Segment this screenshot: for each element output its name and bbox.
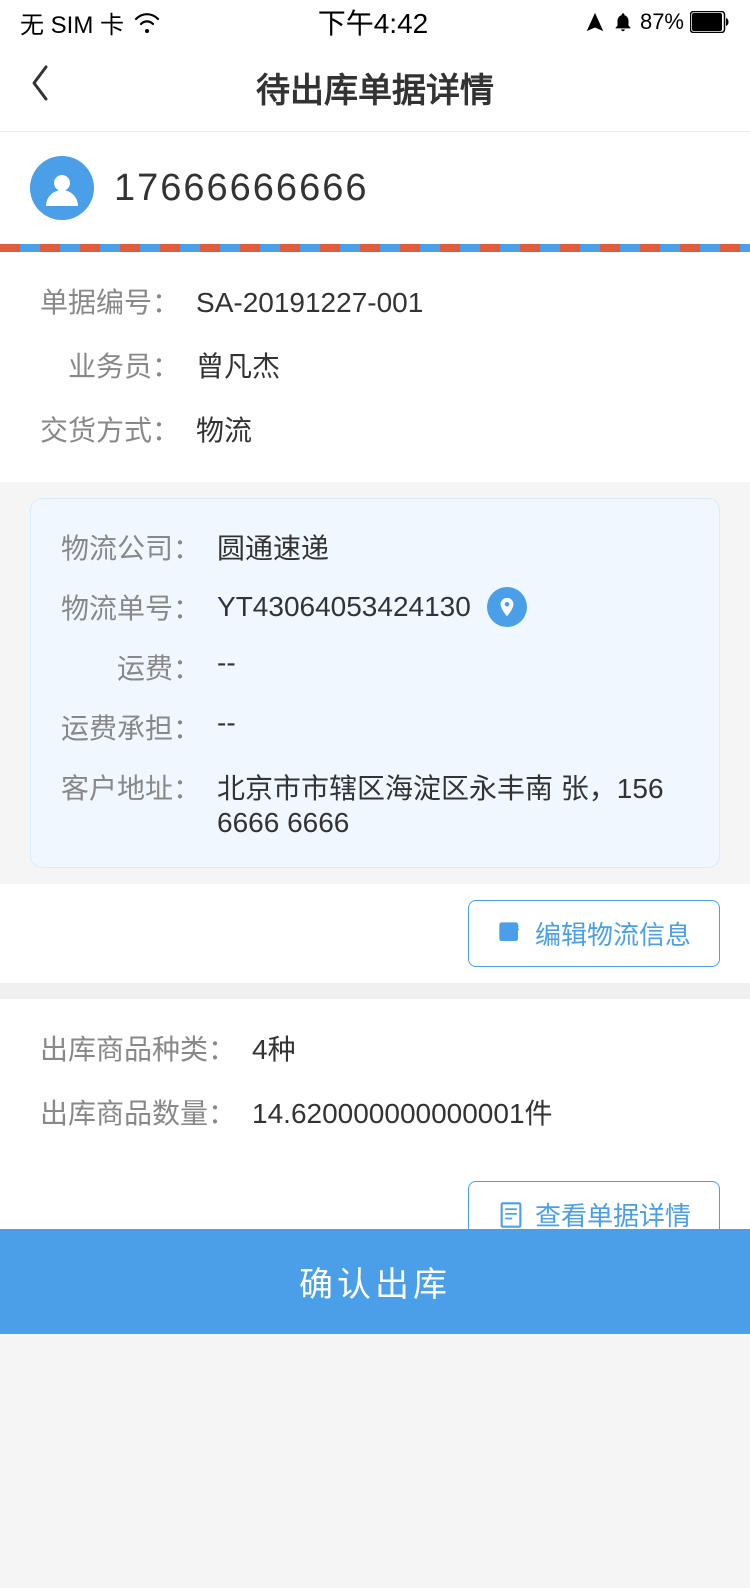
logistics-freight-bearer-row: 运费承担： --: [61, 707, 689, 747]
logistics-card: 物流公司： 圆通速递 物流单号： YT43064053424130 运费： --…: [30, 498, 720, 868]
product-quantity-row: 出库商品数量： 14.620000000000001件: [40, 1093, 710, 1135]
product-quantity-value: 14.620000000000001件: [252, 1093, 710, 1135]
confirm-btn-area: 确认出库: [0, 1229, 750, 1334]
battery-text: 87%: [640, 9, 684, 35]
salesman-value: 曾凡杰: [196, 346, 710, 388]
salesman-row: 业务员： 曾凡杰: [40, 346, 710, 388]
customer-phone: 17666666666: [114, 167, 368, 210]
avatar: [30, 156, 94, 220]
product-quantity-label: 出库商品数量：: [40, 1093, 236, 1135]
logistics-tracking-row: 物流单号： YT43064053424130: [61, 587, 689, 627]
customer-section: 17666666666: [0, 132, 750, 244]
edit-logistics-button[interactable]: 编辑物流信息: [468, 900, 720, 967]
delivery-value: 物流: [196, 410, 710, 452]
product-type-value: 4种: [252, 1029, 710, 1071]
edit-icon: [497, 920, 525, 948]
wifi-icon: [132, 11, 162, 33]
logistics-company-row: 物流公司： 圆通速递: [61, 527, 689, 567]
logistics-tracking-label: 物流单号：: [61, 587, 201, 627]
salesman-label: 业务员：: [40, 346, 180, 388]
status-time: 下午4:42: [318, 2, 429, 42]
view-detail-label: 查看单据详情: [535, 1196, 691, 1233]
logistics-address-value: 北京市市辖区海淀区永丰南 张，156 6666 6666: [217, 767, 689, 839]
alarm-icon: [612, 11, 634, 33]
edit-btn-row: 编辑物流信息: [0, 884, 750, 983]
logistics-company-label: 物流公司：: [61, 527, 201, 567]
no-sim-text: 无 SIM 卡: [20, 5, 124, 40]
status-bar: 无 SIM 卡 下午4:42 87%: [0, 0, 750, 44]
location-arrow-icon: [584, 11, 606, 33]
page-title: 待出库单据详情: [256, 63, 494, 112]
nav-bar: 待出库单据详情: [0, 44, 750, 132]
logistics-tracking-value: YT43064053424130: [217, 587, 689, 627]
section-separator: [0, 983, 750, 999]
product-type-row: 出库商品种类： 4种: [40, 1029, 710, 1071]
logistics-address-row: 客户地址： 北京市市辖区海淀区永丰南 张，156 6666 6666: [61, 767, 689, 839]
document-info-section: 单据编号： SA-20191227-001 业务员： 曾凡杰 交货方式： 物流: [0, 252, 750, 482]
back-button[interactable]: [28, 63, 52, 112]
logistics-freight-label: 运费：: [61, 647, 201, 687]
doc-number-row: 单据编号： SA-20191227-001: [40, 282, 710, 324]
logistics-company-value: 圆通速递: [217, 527, 689, 567]
product-type-label: 出库商品种类：: [40, 1029, 236, 1071]
tracking-number-text: YT43064053424130: [217, 591, 471, 623]
logistics-freight-bearer-value: --: [217, 707, 689, 739]
logistics-freight-bearer-label: 运费承担：: [61, 707, 201, 747]
doc-number-value: SA-20191227-001: [196, 282, 710, 324]
pin-icon: [496, 596, 518, 618]
delivery-row: 交货方式： 物流: [40, 410, 710, 452]
user-icon: [42, 168, 82, 208]
logistics-freight-row: 运费： --: [61, 647, 689, 687]
delivery-label: 交货方式：: [40, 410, 180, 452]
status-left: 无 SIM 卡: [20, 5, 162, 40]
confirm-outbound-button[interactable]: 确认出库: [299, 1257, 451, 1306]
battery-icon: [690, 11, 730, 33]
logistics-address-label: 客户地址：: [61, 767, 201, 807]
track-location-icon[interactable]: [487, 587, 527, 627]
logistics-freight-value: --: [217, 647, 689, 679]
doc-number-label: 单据编号：: [40, 282, 180, 324]
edit-logistics-label: 编辑物流信息: [535, 915, 691, 952]
product-section: 出库商品种类： 4种 出库商品数量： 14.620000000000001件: [0, 999, 750, 1165]
dashed-divider: [0, 244, 750, 252]
status-right: 87%: [584, 9, 730, 35]
document-list-icon: [497, 1201, 525, 1229]
